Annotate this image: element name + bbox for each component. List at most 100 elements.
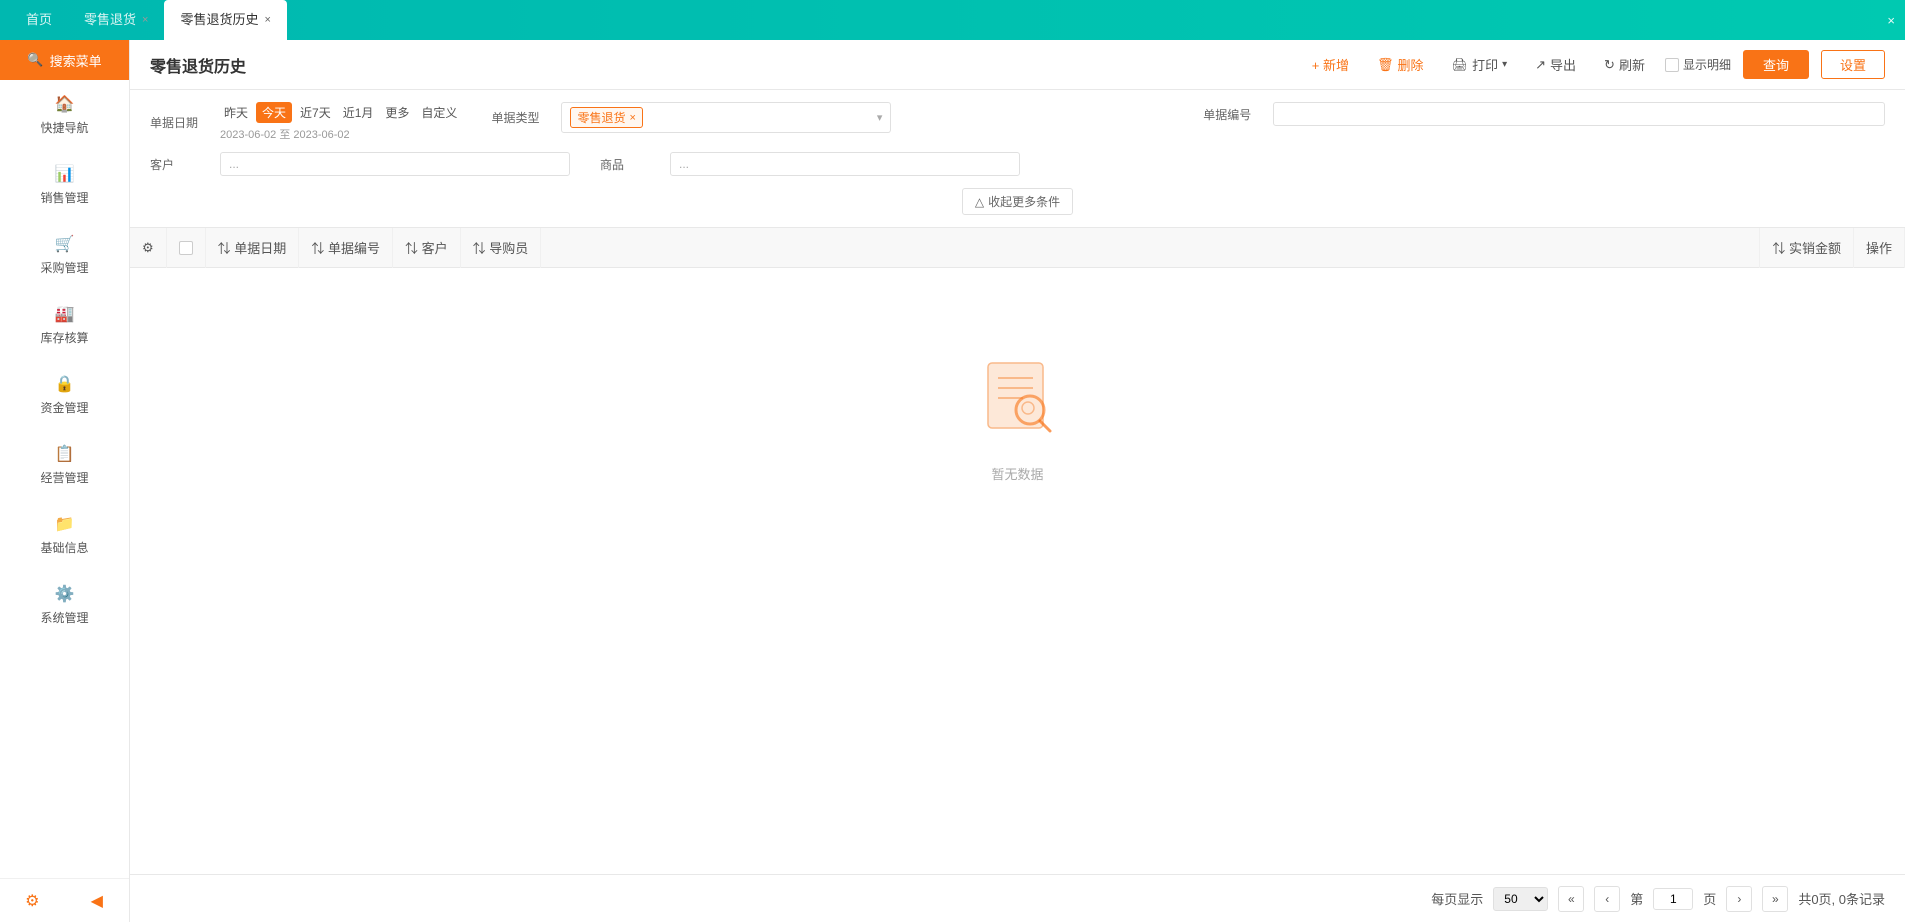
page-header: 零售退货历史 + 新增 🗑 删除 🖨 打印 ▾ ↗ 导出 bbox=[130, 40, 1905, 90]
date-label: 单据日期 bbox=[150, 114, 220, 131]
doc-type-tag-close[interactable]: × bbox=[629, 112, 635, 124]
quick-nav-icon: 🏠 bbox=[55, 94, 75, 114]
customer-label: 客户 bbox=[150, 156, 220, 173]
print-icon: 🖨 bbox=[1452, 57, 1469, 73]
pagination-last-button[interactable]: » bbox=[1762, 886, 1788, 912]
filter-date-cell: 单据日期 昨天 今天 近7天 近1月 更多 自定义 2023-06-02 至 2… bbox=[150, 102, 461, 142]
print-button[interactable]: 🖨 打印 ▾ bbox=[1444, 51, 1516, 78]
sidebar-bottom: ⚙ ◀ bbox=[0, 878, 129, 922]
purchase-icon: 🛒 bbox=[55, 234, 75, 254]
query-button[interactable]: 查询 bbox=[1743, 50, 1809, 79]
header-actions: + 新增 🗑 删除 🖨 打印 ▾ ↗ 导出 ↻ 刷新 bbox=[1304, 50, 1885, 79]
top-bar: 首页 零售退货 × 零售退货历史 × × bbox=[0, 0, 1905, 40]
sidebar-item-quick-nav[interactable]: 🏠 快捷导航 bbox=[0, 80, 129, 150]
print-chevron-icon: ▾ bbox=[1502, 59, 1507, 70]
export-button[interactable]: ↗ 导出 bbox=[1527, 51, 1584, 78]
sys-mgmt-icon: ⚙️ bbox=[55, 584, 75, 604]
tab-retail-return[interactable]: 零售退货 × bbox=[68, 0, 164, 40]
date-btn-custom[interactable]: 自定义 bbox=[417, 102, 461, 123]
select-all-checkbox[interactable] bbox=[179, 241, 193, 255]
sidebar-item-basic-info[interactable]: 📁 基础信息 bbox=[0, 500, 129, 570]
pagination-prev-button[interactable]: ‹ bbox=[1594, 886, 1620, 912]
settings-icon: ⚙ bbox=[142, 240, 154, 255]
doc-type-select[interactable]: 零售退货 × ▾ bbox=[561, 102, 891, 133]
delete-button[interactable]: 🗑 删除 bbox=[1369, 51, 1432, 78]
operations-icon: 📋 bbox=[55, 444, 75, 464]
sidebar-item-inventory[interactable]: 🏭 库存核算 bbox=[0, 290, 129, 360]
refresh-button[interactable]: ↻ 刷新 bbox=[1596, 51, 1653, 78]
setting-button[interactable]: 设置 bbox=[1821, 50, 1885, 79]
th-operation: 操作 bbox=[1853, 228, 1904, 268]
pagination-bar: 每页显示 50 10 20 100 « ‹ 第 页 › » 共0页, 0条 bbox=[130, 874, 1905, 922]
page-unit: 页 bbox=[1703, 889, 1716, 908]
sidebar-item-sales-mgmt[interactable]: 📊 销售管理 bbox=[0, 150, 129, 220]
window-close-button[interactable]: × bbox=[1887, 13, 1895, 28]
doc-type-chevron-icon: ▾ bbox=[877, 111, 883, 124]
empty-state: 暂无数据 bbox=[130, 268, 1905, 563]
table-header-row: ⚙ ⇅ 单据日期 ⇅ 单据编号 bbox=[130, 228, 1905, 268]
show-detail-checkbox-box[interactable] bbox=[1665, 58, 1679, 72]
date-btn-7days[interactable]: 近7天 bbox=[296, 102, 335, 123]
date-btn-today[interactable]: 今天 bbox=[256, 102, 292, 123]
doc-no-input[interactable] bbox=[1282, 107, 1876, 121]
doc-no-input-wrap bbox=[1273, 102, 1885, 126]
th-spacer bbox=[541, 228, 1760, 268]
filter-doc-no-cell: 单据编号 bbox=[1203, 102, 1885, 126]
date-range-display: 2023-06-02 至 2023-06-02 bbox=[220, 126, 461, 142]
filter-goods-cell: 商品 ... bbox=[600, 152, 1885, 176]
filter-customer-cell: 客户 ... bbox=[150, 152, 570, 176]
per-page-select[interactable]: 50 10 20 100 bbox=[1493, 887, 1548, 911]
date-btn-yesterday[interactable]: 昨天 bbox=[220, 102, 252, 123]
sidebar-settings-button[interactable]: ⚙ bbox=[0, 879, 65, 922]
page-title: 零售退货历史 bbox=[150, 53, 1304, 77]
sidebar-item-operations[interactable]: 📋 经营管理 bbox=[0, 430, 129, 500]
th-actual-amount: ⇅ 实销金额 bbox=[1760, 228, 1854, 268]
tab-retail-return-history[interactable]: 零售退货历史 × bbox=[164, 0, 286, 40]
tab-home[interactable]: 首页 bbox=[10, 0, 68, 40]
sidebar-item-finance[interactable]: 🔒 资金管理 bbox=[0, 360, 129, 430]
basic-info-icon: 📁 bbox=[55, 514, 75, 534]
pagination-next-button[interactable]: › bbox=[1726, 886, 1752, 912]
doc-type-tag: 零售退货 × bbox=[570, 107, 642, 128]
refresh-icon: ↻ bbox=[1604, 57, 1615, 73]
doc-no-label: 单据编号 bbox=[1203, 106, 1273, 123]
delete-icon: 🗑 bbox=[1377, 57, 1394, 73]
export-icon: ↗ bbox=[1535, 57, 1546, 73]
page-number-input[interactable] bbox=[1653, 888, 1693, 910]
finance-icon: 🔒 bbox=[55, 374, 75, 394]
th-customer: ⇅ 客户 bbox=[392, 228, 460, 268]
tab-retail-return-close[interactable]: × bbox=[142, 0, 148, 40]
total-records: 共0页, 0条记录 bbox=[1798, 889, 1885, 908]
customer-input-wrap[interactable]: ... bbox=[220, 152, 570, 176]
sales-icon: 📊 bbox=[55, 164, 75, 184]
tab-retail-return-history-close[interactable]: × bbox=[264, 0, 270, 40]
th-settings[interactable]: ⚙ bbox=[130, 228, 166, 268]
date-btn-1month[interactable]: 近1月 bbox=[339, 102, 378, 123]
collapse-icon: △ bbox=[975, 195, 984, 209]
th-doc-date: ⇅ 单据日期 bbox=[205, 228, 299, 268]
sidebar-item-sys-mgmt[interactable]: ⚙️ 系统管理 bbox=[0, 570, 129, 640]
collapse-filter-button[interactable]: △ 收起更多条件 bbox=[962, 188, 1073, 215]
date-btn-more[interactable]: 更多 bbox=[381, 102, 413, 123]
goods-label: 商品 bbox=[600, 156, 670, 173]
th-guide: ⇅ 导购员 bbox=[460, 228, 541, 268]
content-area: 零售退货历史 + 新增 🗑 删除 🖨 打印 ▾ ↗ 导出 bbox=[130, 40, 1905, 922]
empty-illustration bbox=[968, 348, 1068, 448]
main-layout: 🔍 搜索菜单 🏠 快捷导航 📊 销售管理 🛒 采购管理 🏭 库存核算 🔒 资金管… bbox=[0, 40, 1905, 922]
goods-input-wrap[interactable]: ... bbox=[670, 152, 1020, 176]
pagination-first-button[interactable]: « bbox=[1558, 886, 1584, 912]
customer-placeholder: ... bbox=[229, 157, 239, 171]
add-button[interactable]: + 新增 bbox=[1304, 51, 1357, 78]
filter-area: 单据日期 昨天 今天 近7天 近1月 更多 自定义 2023-06-02 至 2… bbox=[130, 90, 1905, 228]
empty-text: 暂无数据 bbox=[991, 464, 1043, 483]
sidebar-collapse-button[interactable]: ◀ bbox=[65, 879, 130, 922]
sidebar-item-purchase-mgmt[interactable]: 🛒 采购管理 bbox=[0, 220, 129, 290]
th-checkbox[interactable] bbox=[166, 228, 205, 268]
search-icon: 🔍 bbox=[27, 52, 43, 68]
sidebar-search[interactable]: 🔍 搜索菜单 bbox=[0, 40, 129, 80]
show-detail-checkbox[interactable]: 显示明细 bbox=[1665, 56, 1731, 73]
th-doc-no: ⇅ 单据编号 bbox=[299, 228, 393, 268]
sidebar: 🔍 搜索菜单 🏠 快捷导航 📊 销售管理 🛒 采购管理 🏭 库存核算 🔒 资金管… bbox=[0, 40, 130, 922]
data-table: ⚙ ⇅ 单据日期 ⇅ 单据编号 bbox=[130, 228, 1905, 268]
per-page-label: 每页显示 bbox=[1431, 889, 1483, 908]
